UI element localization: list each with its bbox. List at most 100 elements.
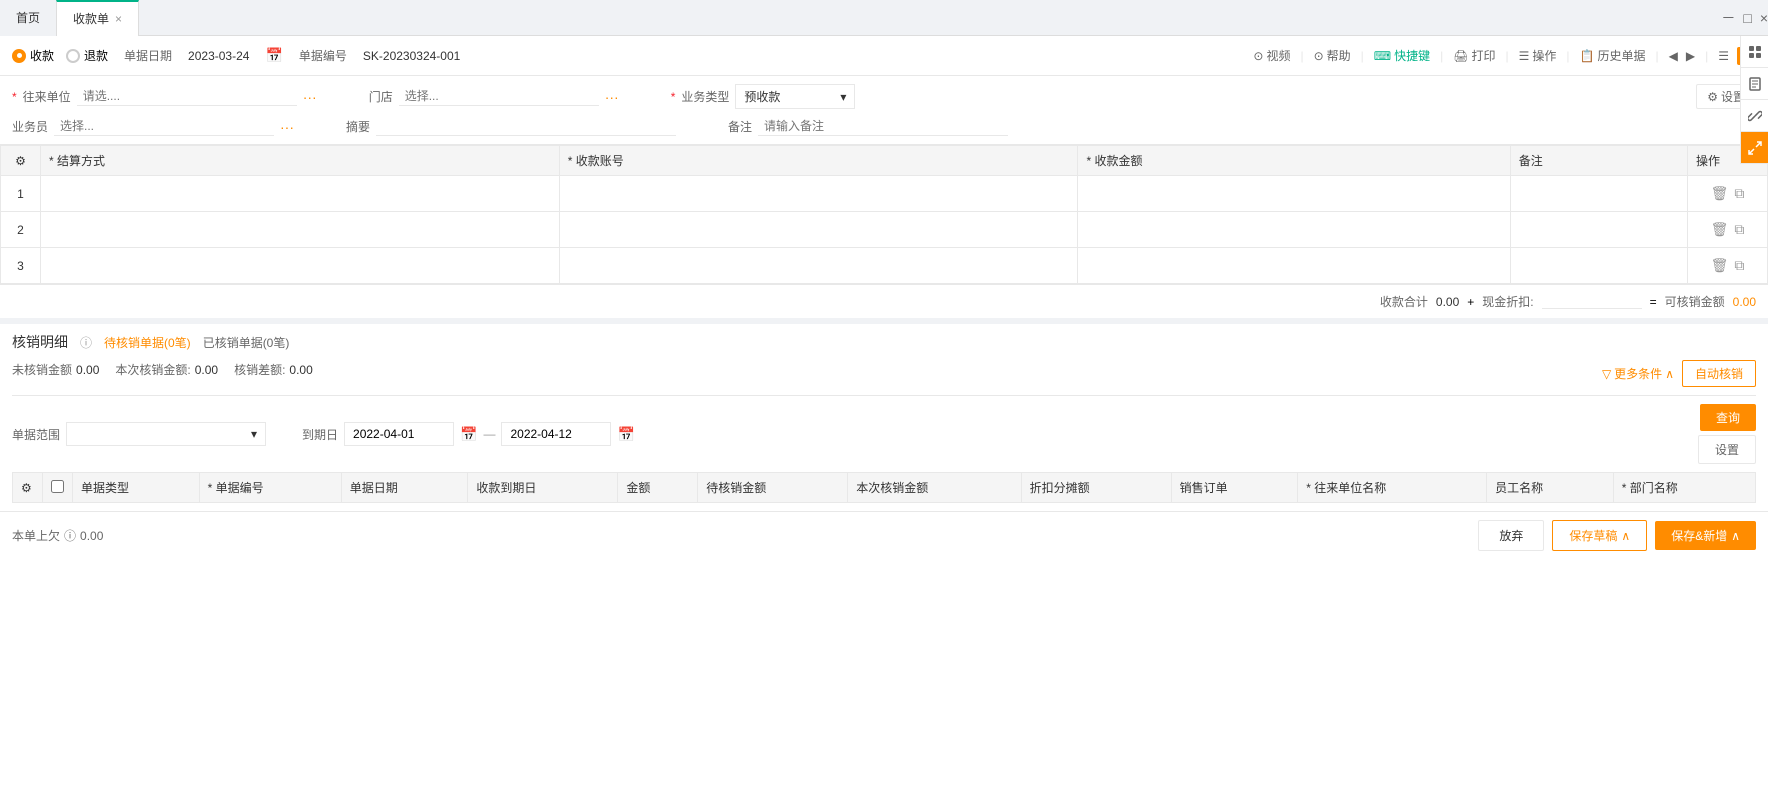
- verify-stats: 未核销金额 0.00 本次核销金额: 0.00 核销差额: 0.00: [12, 361, 313, 378]
- toolbar: 收款 退款 单据日期 2023-03-24 📅 单据编号 SK-20230324…: [0, 36, 1768, 76]
- settle-cell-3[interactable]: [41, 248, 560, 284]
- calendar-icon[interactable]: 📅: [265, 47, 282, 64]
- remark-input[interactable]: [758, 117, 1008, 136]
- date-separator: —: [483, 427, 495, 441]
- radio-refund[interactable]: 退款: [66, 47, 108, 64]
- remark-cell-1[interactable]: [1510, 176, 1687, 212]
- filter-row: 单据范围 ▾ 到期日 📅 — 📅 查询 设置: [12, 395, 1756, 472]
- auto-clear-btn[interactable]: 自动核销: [1682, 360, 1756, 387]
- select-all-checkbox[interactable]: [51, 480, 64, 493]
- save-new-btn[interactable]: 保存&新增 ∧: [1655, 521, 1756, 550]
- draft-btn[interactable]: 保存草稿 ∧: [1552, 520, 1647, 551]
- amount-cell-3[interactable]: [1078, 248, 1510, 284]
- minimize-btn[interactable]: －: [1721, 8, 1735, 28]
- due-date-header: 收款到期日: [468, 473, 618, 503]
- counterpart-input[interactable]: [77, 87, 297, 106]
- summary-row: 收款合计 0.00 + 现金折扣: = 可核销金额 0.00: [0, 284, 1768, 318]
- check-col-header: ⚙: [13, 473, 43, 503]
- table-gear-icon-2[interactable]: ⚙: [21, 481, 32, 495]
- close-window-btn[interactable]: ×: [1760, 10, 1768, 26]
- settle-cell-1[interactable]: [41, 176, 560, 212]
- radio-collect[interactable]: 收款: [12, 47, 54, 64]
- radio-refund-dot: [66, 49, 80, 63]
- copy-row-2-btn[interactable]: ⧉: [1734, 221, 1744, 238]
- video-btn[interactable]: ⊙ 视频: [1253, 47, 1290, 64]
- bottom-table-wrapper: ⚙ 单据类型 * 单据编号 单据日期: [12, 472, 1756, 503]
- settle-cell-2[interactable]: [41, 212, 560, 248]
- remark-cell-3[interactable]: [1510, 248, 1687, 284]
- salesperson-input[interactable]: [54, 117, 274, 136]
- shop-more-btn[interactable]: ···: [605, 89, 619, 105]
- copy-row-3-btn[interactable]: ⧉: [1734, 257, 1744, 274]
- business-type-label: 业务类型: [681, 88, 729, 105]
- number-label: 单据编号: [299, 47, 347, 64]
- counterpart-header: * 往来单位名称: [1298, 473, 1487, 503]
- list-view-btn[interactable]: ☰: [1718, 49, 1729, 63]
- pending-tab[interactable]: 待核销单据(0笔): [104, 334, 191, 351]
- verify-right: ▽ 更多条件 ∧ 自动核销: [1602, 360, 1756, 387]
- range-select[interactable]: ▾: [66, 422, 266, 446]
- radio-collect-label: 收款: [30, 47, 54, 64]
- sidebar-table-icon[interactable]: [1741, 36, 1768, 68]
- amount-cell-2[interactable]: [1078, 212, 1510, 248]
- business-type-select[interactable]: 预收款 ▾: [735, 84, 855, 109]
- copy-row-1-btn[interactable]: ⧉: [1734, 185, 1744, 202]
- counterpart-more-btn[interactable]: ···: [303, 89, 317, 105]
- query-btn[interactable]: 查询: [1700, 404, 1756, 431]
- amount-cell-1[interactable]: [1078, 176, 1510, 212]
- tab-active-label: 收款单: [73, 10, 109, 27]
- remark-cell-2[interactable]: [1510, 212, 1687, 248]
- operation-icon: ☰: [1519, 49, 1530, 63]
- radio-group: 收款 退款: [12, 47, 108, 64]
- help-icon: ⊙: [1314, 49, 1324, 63]
- table-gear-icon[interactable]: ⚙: [15, 154, 26, 168]
- range-field: 单据范围 ▾: [12, 422, 266, 446]
- salesperson-more-btn[interactable]: ···: [280, 119, 294, 135]
- sidebar-link-icon[interactable]: [1741, 100, 1768, 132]
- collect-total-label: 收款合计: [1380, 293, 1428, 310]
- print-btn[interactable]: 🖨 打印: [1453, 47, 1495, 64]
- verify-title: 核销明细: [12, 332, 68, 352]
- calendar-from-icon[interactable]: 📅: [460, 426, 477, 443]
- maximize-btn[interactable]: □: [1743, 10, 1751, 26]
- prev-record-btn[interactable]: ◀: [1669, 49, 1678, 63]
- account-cell-1[interactable]: [559, 176, 1078, 212]
- sidebar-doc-icon[interactable]: [1741, 68, 1768, 100]
- date-from-input[interactable]: [344, 422, 454, 446]
- current-record-label: 本单上欠: [12, 527, 60, 544]
- unverified-value: 0.00: [76, 363, 99, 377]
- help-btn[interactable]: ⊙ 帮助: [1314, 47, 1351, 64]
- shop-input[interactable]: [399, 87, 599, 106]
- video-icon: ⊙: [1253, 49, 1263, 63]
- summary-input[interactable]: [376, 117, 676, 136]
- tab-close-icon[interactable]: ×: [115, 12, 122, 26]
- filter-settings-btn[interactable]: 设置: [1698, 435, 1756, 464]
- sidebar-expand-icon[interactable]: [1741, 132, 1768, 164]
- footer: 本单上欠 ⓘ 0.00 放弃 保存草稿 ∧ 保存&新增 ∧: [0, 511, 1768, 559]
- account-cell-2[interactable]: [559, 212, 1078, 248]
- history-btn[interactable]: 📋 历史单据: [1580, 47, 1646, 64]
- next-record-btn[interactable]: ▶: [1686, 49, 1695, 63]
- done-tab[interactable]: 已核销单据(0笔): [203, 334, 290, 351]
- delete-row-3-btn[interactable]: 🗑: [1711, 257, 1729, 274]
- table-row: 3 🗑 ⧉: [1, 248, 1768, 284]
- delete-row-2-btn[interactable]: 🗑: [1711, 221, 1729, 238]
- verify-info-icon[interactable]: ⓘ: [80, 334, 92, 351]
- delete-row-1-btn[interactable]: 🗑: [1711, 185, 1729, 202]
- operation-btn[interactable]: ☰ 操作: [1519, 47, 1557, 64]
- required-star-2: *: [671, 90, 676, 104]
- date-to-input[interactable]: [501, 422, 611, 446]
- cash-discount-label: 现金折扣:: [1482, 293, 1533, 310]
- more-conditions-btn[interactable]: ▽ 更多条件 ∧: [1602, 365, 1674, 382]
- tab-home-label: 首页: [16, 9, 40, 26]
- calendar-to-icon[interactable]: 📅: [617, 426, 634, 443]
- tab-home[interactable]: 首页: [0, 0, 56, 36]
- account-cell-3[interactable]: [559, 248, 1078, 284]
- footer-info-icon[interactable]: ⓘ: [64, 527, 76, 544]
- radio-collect-dot: [12, 49, 26, 63]
- amount-header: 金额: [618, 473, 698, 503]
- cash-discount-input[interactable]: [1542, 294, 1642, 309]
- abandon-btn[interactable]: 放弃: [1478, 520, 1544, 551]
- shortcut-btn[interactable]: ⌨ 快捷键: [1374, 47, 1430, 64]
- tab-active[interactable]: 收款单 ×: [56, 0, 139, 36]
